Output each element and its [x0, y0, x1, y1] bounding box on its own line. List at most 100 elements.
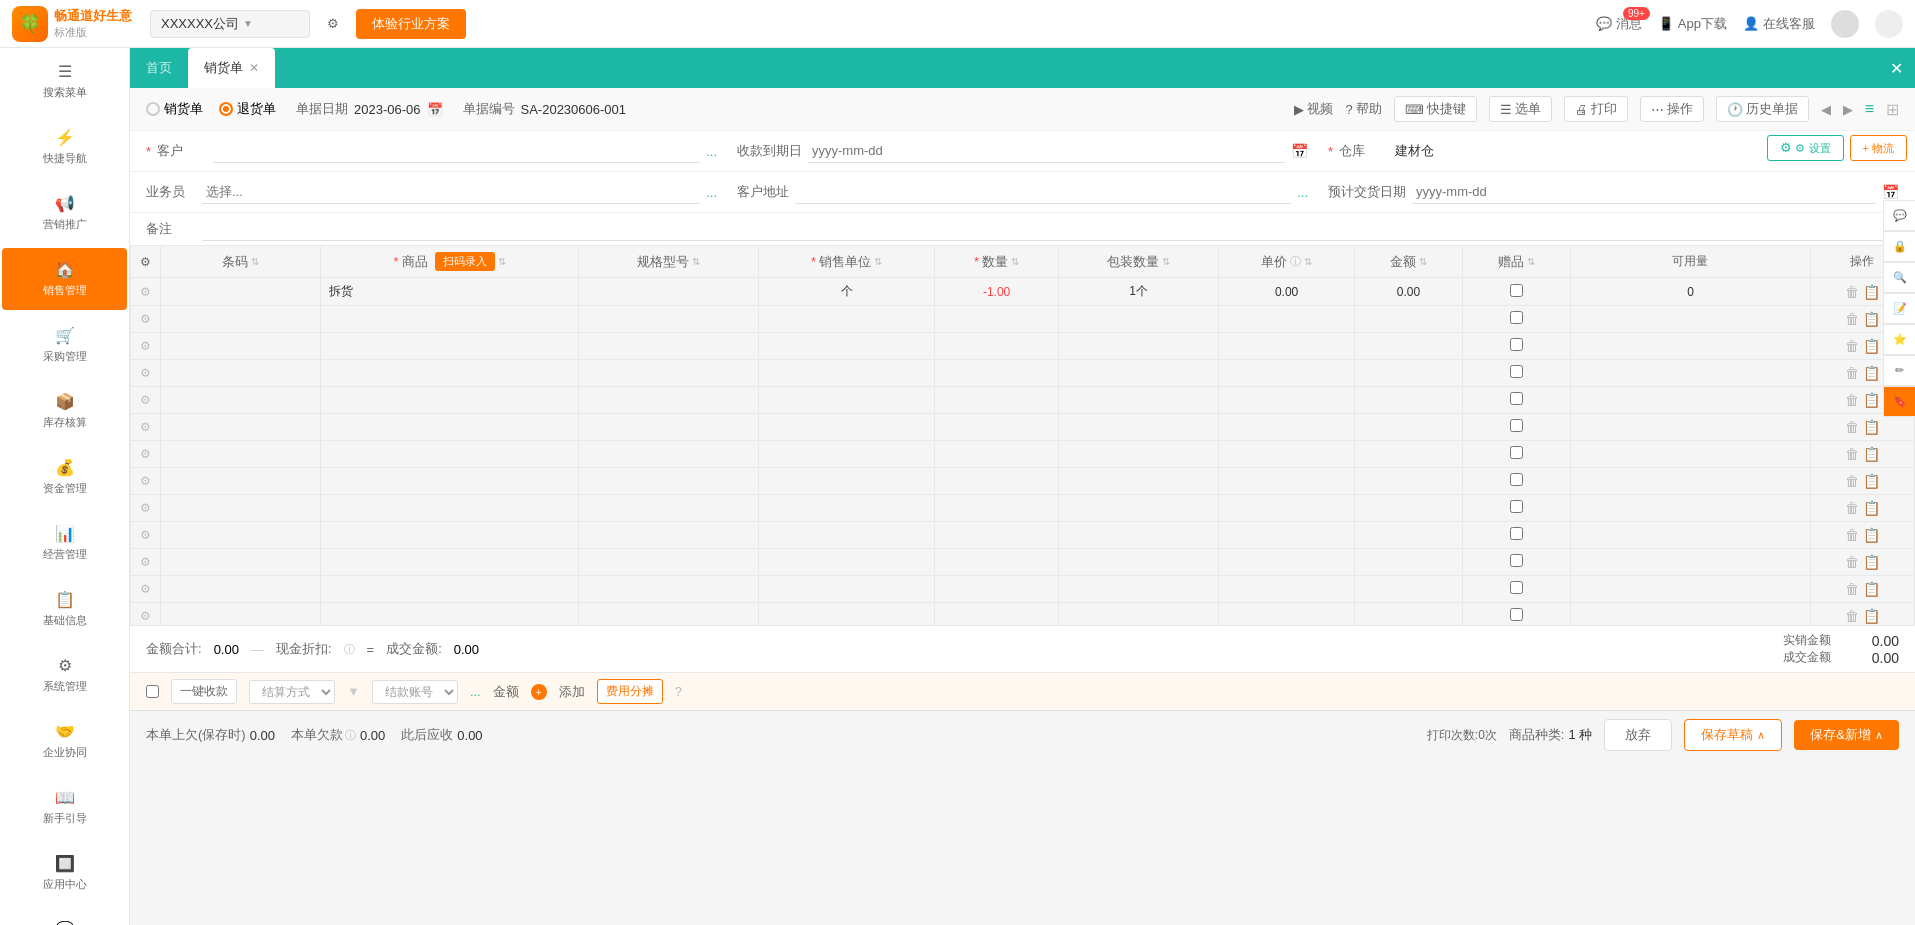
gift-checkbox[interactable]: [1510, 365, 1523, 378]
gift-checkbox[interactable]: [1510, 419, 1523, 432]
delete-icon[interactable]: 🗑: [1845, 365, 1859, 381]
cell-product[interactable]: [320, 495, 578, 522]
cell-spec[interactable]: [579, 306, 759, 333]
gift-checkbox[interactable]: [1510, 311, 1523, 324]
cell-sales-unit[interactable]: [758, 576, 934, 603]
customer-dots[interactable]: ...: [706, 144, 717, 159]
cell-sales-unit[interactable]: 个: [758, 278, 934, 306]
payment-method-select[interactable]: 结算方式: [249, 680, 335, 704]
cell-package-qty[interactable]: [1059, 333, 1219, 360]
gift-checkbox[interactable]: [1510, 527, 1523, 540]
delete-icon[interactable]: 🗑: [1845, 392, 1859, 408]
cell-product[interactable]: [320, 468, 578, 495]
cell-spec[interactable]: [579, 495, 759, 522]
add-payment-btn[interactable]: +: [531, 684, 547, 700]
cell-unit-price[interactable]: [1219, 306, 1355, 333]
one-click-checkbox[interactable]: [146, 685, 159, 698]
grid-view-icon[interactable]: ⊞: [1886, 100, 1899, 119]
cell-sales-unit[interactable]: [758, 360, 934, 387]
cell-unit-price[interactable]: [1219, 360, 1355, 387]
account-select[interactable]: 结款账号: [372, 680, 458, 704]
float-btn-4[interactable]: 📝: [1883, 293, 1915, 324]
tab-home[interactable]: 首页: [130, 48, 188, 88]
online-service-btn[interactable]: 👤 在线客服: [1743, 15, 1815, 33]
cell-quantity[interactable]: [935, 522, 1059, 549]
cell-spec[interactable]: [579, 603, 759, 626]
cell-barcode[interactable]: [161, 576, 321, 603]
cell-amount[interactable]: [1355, 603, 1463, 626]
cell-amount[interactable]: [1355, 468, 1463, 495]
sidebar-item-purchase[interactable]: 🛒 采购管理: [2, 314, 127, 376]
account-dots[interactable]: ...: [470, 684, 481, 699]
copy-icon[interactable]: 📋: [1863, 554, 1880, 570]
cell-quantity[interactable]: [935, 414, 1059, 441]
float-btn-5[interactable]: ⭐: [1883, 324, 1915, 355]
copy-icon[interactable]: 📋: [1863, 608, 1880, 624]
cell-amount[interactable]: 0.00: [1355, 278, 1463, 306]
gift-checkbox[interactable]: [1510, 338, 1523, 351]
sidebar-item-marketing[interactable]: 📢 营销推广: [2, 182, 127, 244]
user-avatar-2[interactable]: [1875, 10, 1903, 38]
sort-amount-icon[interactable]: ⇅: [1419, 256, 1427, 267]
unit-price-info-icon[interactable]: ⓘ: [1290, 254, 1301, 269]
cell-gift[interactable]: [1463, 468, 1571, 495]
tab-sales-order[interactable]: 销货单 ✕: [188, 48, 275, 88]
cell-spec[interactable]: [579, 360, 759, 387]
payment-due-input[interactable]: [808, 139, 1285, 163]
sidebar-item-basic[interactable]: 📋 基础信息: [2, 578, 127, 640]
delete-icon[interactable]: 🗑: [1845, 500, 1859, 516]
cell-spec[interactable]: [579, 414, 759, 441]
expected-delivery-input[interactable]: [1412, 180, 1876, 204]
history-btn[interactable]: 🕐 历史单据: [1716, 96, 1809, 122]
cell-gift[interactable]: [1463, 360, 1571, 387]
cell-quantity[interactable]: [935, 468, 1059, 495]
cell-gift[interactable]: [1463, 306, 1571, 333]
trial-btn[interactable]: 体验行业方案: [356, 9, 466, 39]
cell-spec[interactable]: [579, 522, 759, 549]
sidebar-item-wechat[interactable]: 💬 企业微信: [2, 908, 127, 925]
cell-amount[interactable]: [1355, 549, 1463, 576]
gift-checkbox[interactable]: [1510, 473, 1523, 486]
copy-icon[interactable]: 📋: [1863, 365, 1880, 381]
cell-quantity[interactable]: [935, 576, 1059, 603]
user-avatar[interactable]: [1831, 10, 1859, 38]
logistics-btn[interactable]: + 物流: [1850, 135, 1907, 161]
gift-checkbox[interactable]: [1510, 554, 1523, 567]
cell-product[interactable]: [320, 414, 578, 441]
one-click-btn[interactable]: 一键收款: [171, 679, 237, 704]
copy-icon[interactable]: 📋: [1863, 311, 1880, 327]
delete-icon[interactable]: 🗑: [1845, 311, 1859, 327]
company-selector[interactable]: XXXXXX公司 ▼: [150, 10, 310, 38]
cell-unit-price[interactable]: [1219, 468, 1355, 495]
scan-btn[interactable]: 扫码录入: [435, 252, 495, 271]
cell-gift[interactable]: [1463, 278, 1571, 306]
float-btn-7[interactable]: 🔖: [1883, 386, 1915, 417]
setup-btn[interactable]: ⚙ ⚙ 设置: [1767, 135, 1843, 161]
gift-checkbox[interactable]: [1510, 284, 1523, 297]
video-link[interactable]: ▶ 视频: [1294, 100, 1333, 118]
delete-icon[interactable]: 🗑: [1845, 419, 1859, 435]
customer-input[interactable]: [213, 139, 700, 163]
cell-product[interactable]: 拆货: [320, 278, 578, 306]
sidebar-item-business[interactable]: 📊 经营管理: [2, 512, 127, 574]
cell-product[interactable]: [320, 333, 578, 360]
delete-icon[interactable]: 🗑: [1845, 581, 1859, 597]
cell-amount[interactable]: [1355, 306, 1463, 333]
cell-unit-price[interactable]: [1219, 549, 1355, 576]
cell-sales-unit[interactable]: [758, 414, 934, 441]
copy-icon[interactable]: 📋: [1863, 284, 1880, 300]
save-draft-btn[interactable]: 保存草稿 ∧: [1684, 719, 1782, 751]
cell-amount[interactable]: [1355, 576, 1463, 603]
table-scroll[interactable]: ⚙ 条码 ⇅ *商品 扫码录入: [130, 245, 1915, 625]
cell-amount[interactable]: [1355, 387, 1463, 414]
cell-spec[interactable]: [579, 576, 759, 603]
float-btn-2[interactable]: 🔒: [1883, 231, 1915, 262]
cell-gift[interactable]: [1463, 576, 1571, 603]
cell-barcode[interactable]: [161, 522, 321, 549]
cell-package-qty[interactable]: [1059, 576, 1219, 603]
cell-amount[interactable]: [1355, 522, 1463, 549]
cell-package-qty[interactable]: [1059, 306, 1219, 333]
arrears-info-icon[interactable]: ⓘ: [345, 728, 356, 743]
sort-product-icon[interactable]: ⇅: [498, 256, 506, 267]
cell-product[interactable]: [320, 576, 578, 603]
